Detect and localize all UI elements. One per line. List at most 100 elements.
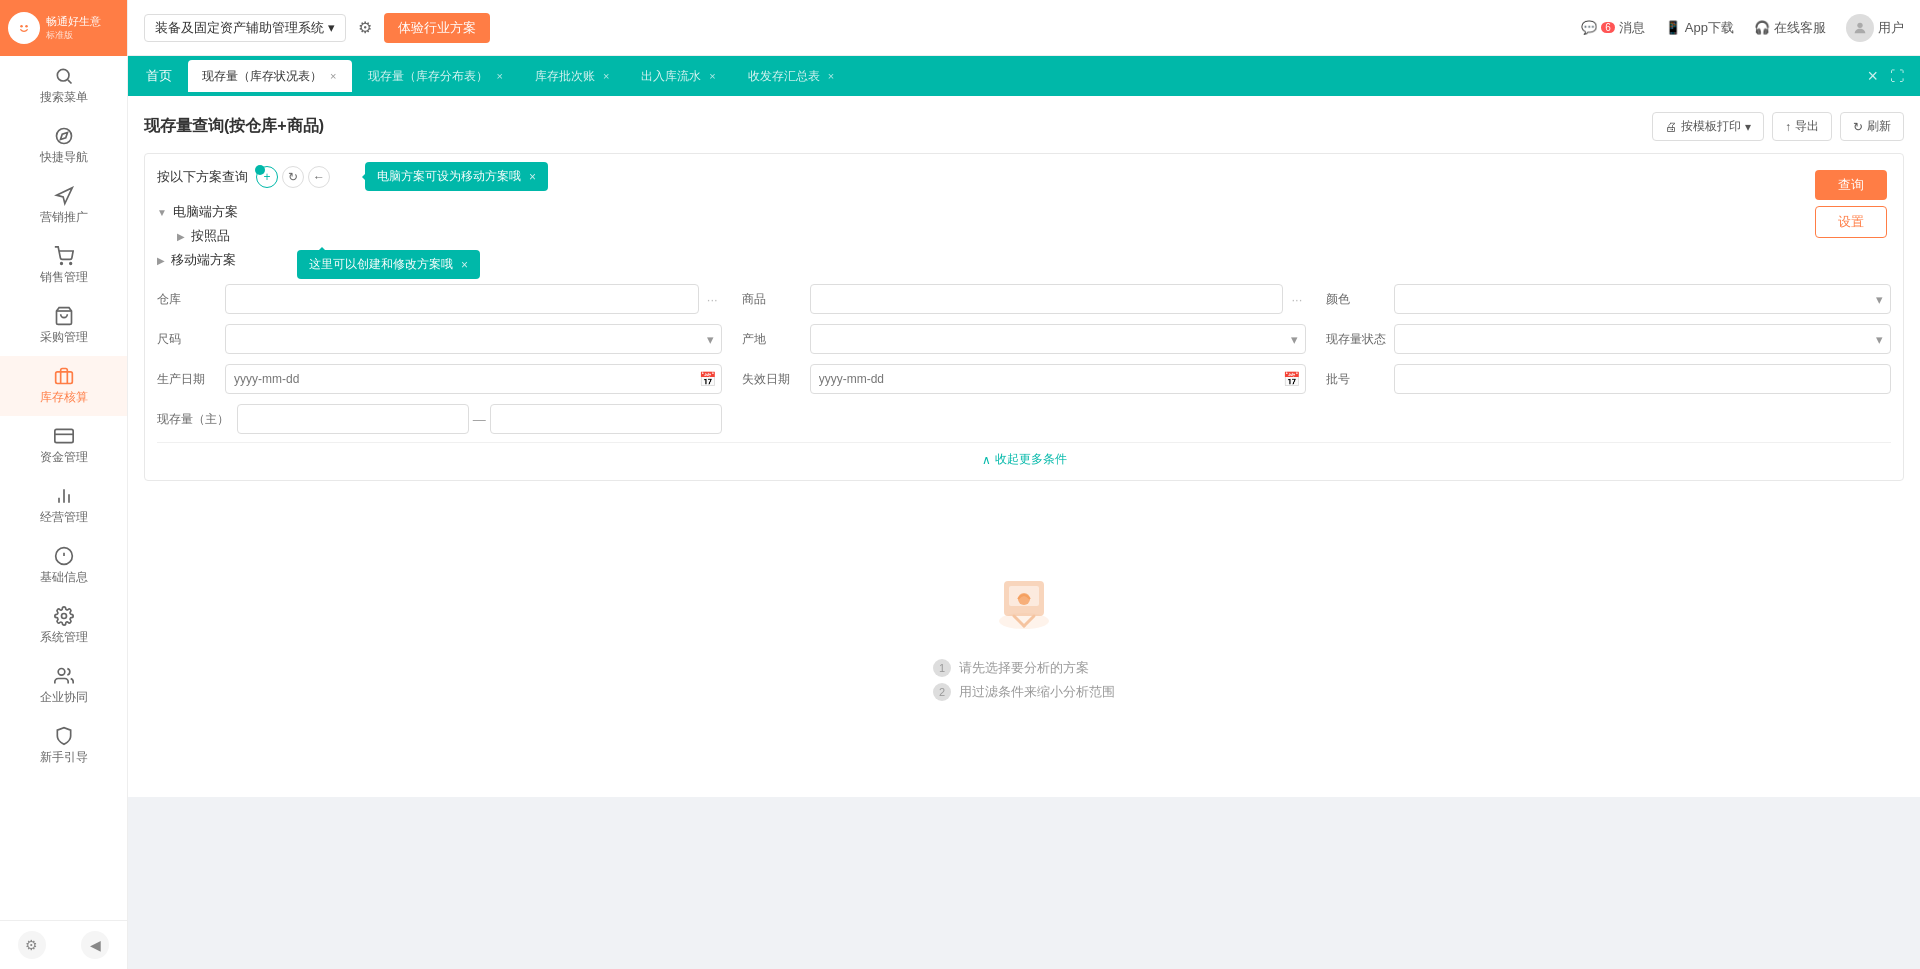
tab-inventory-dist[interactable]: 现存量（库存分布表） × [354,60,518,92]
tabs-bar: 首页 现存量（库存状况表） × 现存量（库存分布表） × 库存批次账 × 出入库… [128,56,1920,96]
tab-inventory-status-close[interactable]: × [328,68,338,84]
mobile-scheme-label: 移动端方案 [171,251,236,269]
tooltip-edit-close[interactable]: × [461,258,468,272]
close-all-tabs-btn[interactable]: × [1863,64,1882,89]
sidebar: 畅通好生意 标准版 搜索菜单 快捷导航 营销推广 销售管理 采购管理 库存核算 [0,0,128,969]
add-scheme-btn[interactable]: + [256,166,278,188]
filter-header: 按以下方案查询 + ↻ ← 电脑方案可设为移动方案哦 × [157,166,1891,188]
scheme-item-byproduct[interactable]: ▶ 按照品 [177,224,1891,248]
sidebar-item-finance[interactable]: 资金管理 [0,416,127,476]
tab-in-out-flow-close[interactable]: × [707,68,717,84]
svg-point-19 [58,669,65,676]
logo-icon [8,12,40,44]
tab-batch-account[interactable]: 库存批次账 × [521,60,625,92]
sidebar-item-purchase[interactable]: 采购管理 [0,296,127,356]
filter-label: 按以下方案查询 [157,168,248,186]
tab-in-out-flow[interactable]: 出入库流水 × [627,60,731,92]
filter-row-goods: 商品 ··· [742,284,1307,314]
inv-qty-max[interactable] [490,404,722,434]
app-version: 标准版 [46,29,101,42]
tab-receive-summary-close[interactable]: × [826,68,836,84]
expire-date-calendar-icon[interactable]: 📅 [1283,371,1300,387]
step-num-2: 2 [933,683,951,701]
search-btn[interactable]: 查询 [1815,170,1887,200]
svg-point-20 [1857,22,1862,27]
size-select[interactable] [225,324,722,354]
sidebar-item-quick-nav[interactable]: 快捷导航 [0,116,127,176]
origin-select[interactable] [810,324,1307,354]
filter-row-batch: 批号 [1326,364,1891,394]
tab-home[interactable]: 首页 [132,60,186,92]
expire-date-label: 失效日期 [742,371,802,388]
topbar-settings-icon[interactable]: ⚙ [358,18,372,37]
produce-date-label: 生产日期 [157,371,217,388]
scheme-tree: 这里可以创建和修改方案哦 × ▼ 电脑端方案 ▶ 按照品 ▶ [157,200,1891,272]
goods-dots[interactable]: ··· [1287,292,1306,307]
back-scheme-btn[interactable]: ← [308,166,330,188]
color-select[interactable] [1394,284,1891,314]
svg-point-2 [25,25,28,27]
sidebar-label-operation: 经营管理 [40,509,88,526]
inv-status-select[interactable] [1394,324,1891,354]
svg-point-7 [69,263,71,265]
empty-step-2: 2 用过滤条件来缩小分析范围 [933,683,1115,701]
batch-input[interactable] [1394,364,1891,394]
collapse-sidebar-btn[interactable]: ◀ [81,931,109,959]
collapse-bar[interactable]: ∧ 收起更多条件 [157,442,1891,468]
tab-batch-account-close[interactable]: × [601,68,611,84]
sidebar-label-finance: 资金管理 [40,449,88,466]
fullscreen-btn[interactable]: ⛶ [1886,66,1908,86]
expire-date-input[interactable] [810,364,1307,394]
svg-point-18 [61,614,66,619]
settings-btn[interactable]: ⚙ [18,931,46,959]
export-btn[interactable]: ↑ 导出 [1772,112,1832,141]
industry-btn[interactable]: 体验行业方案 [384,13,490,43]
tab-inventory-dist-close[interactable]: × [494,68,504,84]
svg-point-6 [60,263,62,265]
sidebar-item-search-menu[interactable]: 搜索菜单 [0,56,127,116]
produce-date-input[interactable] [225,364,722,394]
tooltip-pc-close[interactable]: × [529,170,536,184]
sidebar-item-enterprise[interactable]: 企业协同 [0,656,127,716]
sidebar-item-system[interactable]: 系统管理 [0,596,127,656]
sidebar-item-guide[interactable]: 新手引导 [0,716,127,776]
user-menu[interactable]: 用户 [1846,14,1904,42]
origin-label: 产地 [742,331,802,348]
sidebar-item-operation[interactable]: 经营管理 [0,476,127,536]
app-download-label: App下载 [1685,19,1734,37]
messages-btn[interactable]: 💬 6 消息 [1581,19,1645,37]
sidebar-label-system: 系统管理 [40,629,88,646]
scheme-pc-parent[interactable]: ▼ 电脑端方案 [157,200,1891,224]
main-area: 装备及固定资产辅助管理系统 ▾ ⚙ 体验行业方案 💬 6 消息 📱 App下载 … [128,0,1920,969]
empty-state: 1 请先选择要分析的方案 2 用过滤条件来缩小分析范围 [144,481,1904,781]
system-name: 装备及固定资产辅助管理系统 [155,19,324,37]
warehouse-input[interactable] [225,284,699,314]
step-1-label: 请先选择要分析的方案 [959,659,1089,677]
app-download-btn[interactable]: 📱 App下载 [1665,19,1734,37]
print-btn[interactable]: 🖨 按模板打印 ▾ [1652,112,1764,141]
print-dropdown-icon: ▾ [1745,120,1751,134]
tab-inventory-status[interactable]: 现存量（库存状况表） × [188,60,352,92]
sidebar-item-baseinfo[interactable]: 基础信息 [0,536,127,596]
online-support-btn[interactable]: 🎧 在线客服 [1754,19,1826,37]
export-icon: ↑ [1785,120,1791,134]
settings-filter-btn[interactable]: 设置 [1815,206,1887,238]
refresh-scheme-btn[interactable]: ↻ [282,166,304,188]
sidebar-item-marketing[interactable]: 营销推广 [0,176,127,236]
system-select[interactable]: 装备及固定资产辅助管理系统 ▾ [144,14,346,42]
inv-qty-min[interactable] [237,404,469,434]
sidebar-item-inventory[interactable]: 库存核算 [0,356,127,416]
tooltip-edit-scheme: 这里可以创建和修改方案哦 × [297,250,480,279]
svg-marker-5 [60,132,67,139]
sidebar-label-baseinfo: 基础信息 [40,569,88,586]
sidebar-nav: 搜索菜单 快捷导航 营销推广 销售管理 采购管理 库存核算 资金管理 经营管理 [0,56,127,920]
produce-date-calendar-icon[interactable]: 📅 [699,371,716,387]
sidebar-item-sales[interactable]: 销售管理 [0,236,127,296]
warehouse-dots[interactable]: ··· [703,292,722,307]
refresh-btn[interactable]: ↻ 刷新 [1840,112,1904,141]
goods-input[interactable] [810,284,1284,314]
tab-receive-summary[interactable]: 收发存汇总表 × [734,60,850,92]
sidebar-label-guide: 新手引导 [40,749,88,766]
print-label: 按模板打印 [1681,118,1741,135]
msg-count-badge: 6 [1601,22,1615,33]
